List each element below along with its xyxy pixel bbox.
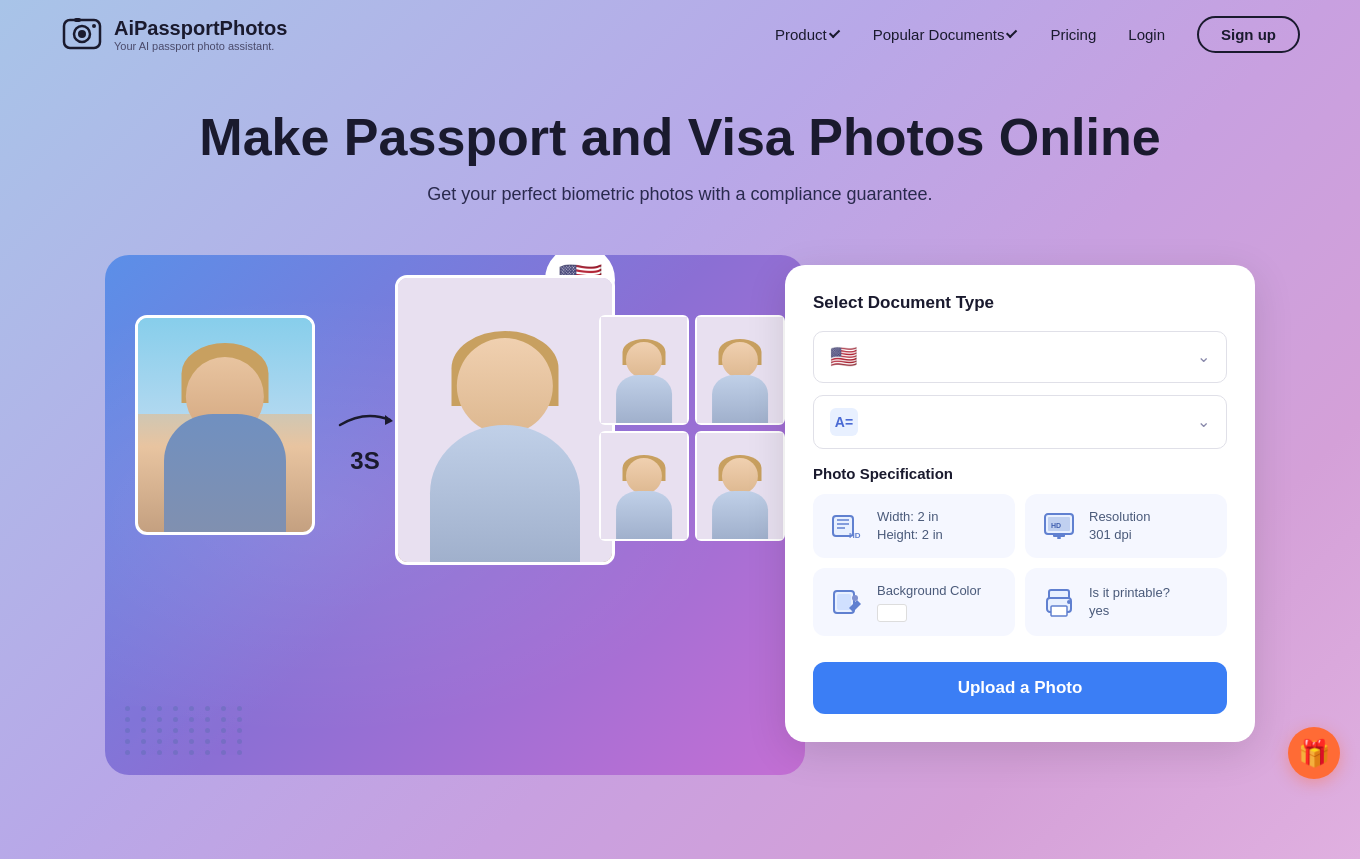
nav-pricing[interactable]: Pricing: [1050, 26, 1096, 43]
small-photo-2: [695, 315, 785, 425]
resolution-icon: HD: [1041, 508, 1077, 544]
hero-section: Make Passport and Visa Photos Online Get…: [0, 68, 1360, 205]
small-photo-1: [599, 315, 689, 425]
main-nav: Product Popular Documents Pricing Login …: [775, 16, 1300, 53]
nav-product[interactable]: Product: [775, 26, 841, 43]
hero-title: Make Passport and Visa Photos Online: [20, 108, 1340, 168]
svg-rect-14: [1053, 534, 1065, 537]
dot-pattern: for(let i=0;i<40;i++) document.write('<d…: [125, 706, 247, 755]
height-label: Height: 2 in: [877, 526, 943, 544]
document-chevron-icon: ⌄: [1197, 412, 1210, 431]
svg-text:HD: HD: [849, 531, 861, 540]
gift-button[interactable]: 🎁: [1288, 727, 1340, 779]
logo-text: AiPassportPhotos Your AI passport photo …: [114, 16, 287, 52]
print-icon: [1041, 584, 1077, 620]
arrow-icon: [335, 405, 395, 435]
svg-rect-15: [1057, 537, 1061, 539]
content-area: 3S 🇺🇸: [0, 255, 1360, 775]
signup-button[interactable]: Sign up: [1197, 16, 1300, 53]
svg-point-19: [852, 595, 858, 601]
spec-printable-text: Is it printable? yes: [1089, 584, 1170, 620]
background-icon: [829, 584, 865, 620]
resolution-value: 301 dpi: [1089, 526, 1150, 544]
svg-rect-18: [837, 594, 851, 610]
logo[interactable]: AiPassportPhotos Your AI passport photo …: [60, 12, 287, 56]
original-photo: [135, 315, 315, 535]
svg-point-23: [1067, 600, 1071, 604]
country-chevron-icon: ⌄: [1197, 347, 1210, 366]
spec-printable-card: Is it printable? yes: [1025, 568, 1227, 636]
resolution-label: Resolution: [1089, 508, 1150, 526]
small-photo-3: [599, 431, 689, 541]
country-flag: 🇺🇸: [830, 344, 857, 370]
logo-subtitle: Your AI passport photo assistant.: [114, 40, 287, 52]
photo-grid: [599, 315, 785, 541]
spec-resolution-card: HD Resolution 301 dpi: [1025, 494, 1227, 558]
spec-background-text: Background Color: [877, 582, 981, 622]
spec-title: Photo Specification: [813, 465, 1227, 482]
printable-label: Is it printable?: [1089, 584, 1170, 602]
svg-point-5: [92, 24, 96, 28]
chevron-down-icon: [1006, 27, 1017, 38]
seconds-label: 3S: [335, 447, 395, 475]
logo-icon: [60, 12, 104, 56]
document-select[interactable]: A= ⌄: [813, 395, 1227, 449]
login-button[interactable]: Login: [1128, 26, 1165, 43]
processed-photo: [395, 275, 615, 565]
svg-marker-6: [385, 415, 393, 425]
spec-size-text: Width: 2 in Height: 2 in: [877, 508, 943, 544]
small-photo-4: [695, 431, 785, 541]
photo-card: 3S 🇺🇸: [105, 255, 805, 775]
chevron-down-icon: [829, 27, 840, 38]
spec-resolution-text: Resolution 301 dpi: [1089, 508, 1150, 544]
width-label: Width: 2 in: [877, 508, 943, 526]
hero-subtitle: Get your perfect biometric photos with a…: [20, 184, 1340, 205]
background-color-swatch: [877, 604, 907, 622]
upload-button[interactable]: Upload a Photo: [813, 662, 1227, 714]
nav-popular-docs[interactable]: Popular Documents: [873, 26, 1019, 43]
size-icon: HD: [829, 508, 865, 544]
spec-grid: HD Width: 2 in Height: 2 in HD: [813, 494, 1227, 637]
spec-size-card: HD Width: 2 in Height: 2 in: [813, 494, 1015, 558]
country-select[interactable]: 🇺🇸 ⌄: [813, 331, 1227, 383]
form-panel: Select Document Type 🇺🇸 ⌄ A= ⌄ Photo Spe…: [785, 265, 1255, 743]
svg-rect-22: [1051, 606, 1067, 616]
svg-point-3: [78, 30, 86, 38]
spec-background-card: Background Color: [813, 568, 1015, 636]
svg-text:HD: HD: [1051, 522, 1061, 529]
printable-value: yes: [1089, 602, 1170, 620]
doc-type-icon: A=: [830, 408, 858, 436]
logo-title: AiPassportPhotos: [114, 16, 287, 40]
photo-demo: 3S 🇺🇸: [105, 255, 805, 775]
background-color-label: Background Color: [877, 582, 981, 600]
select-doc-title: Select Document Type: [813, 293, 1227, 313]
arrow-3s: 3S: [335, 405, 395, 475]
svg-rect-4: [74, 18, 81, 22]
